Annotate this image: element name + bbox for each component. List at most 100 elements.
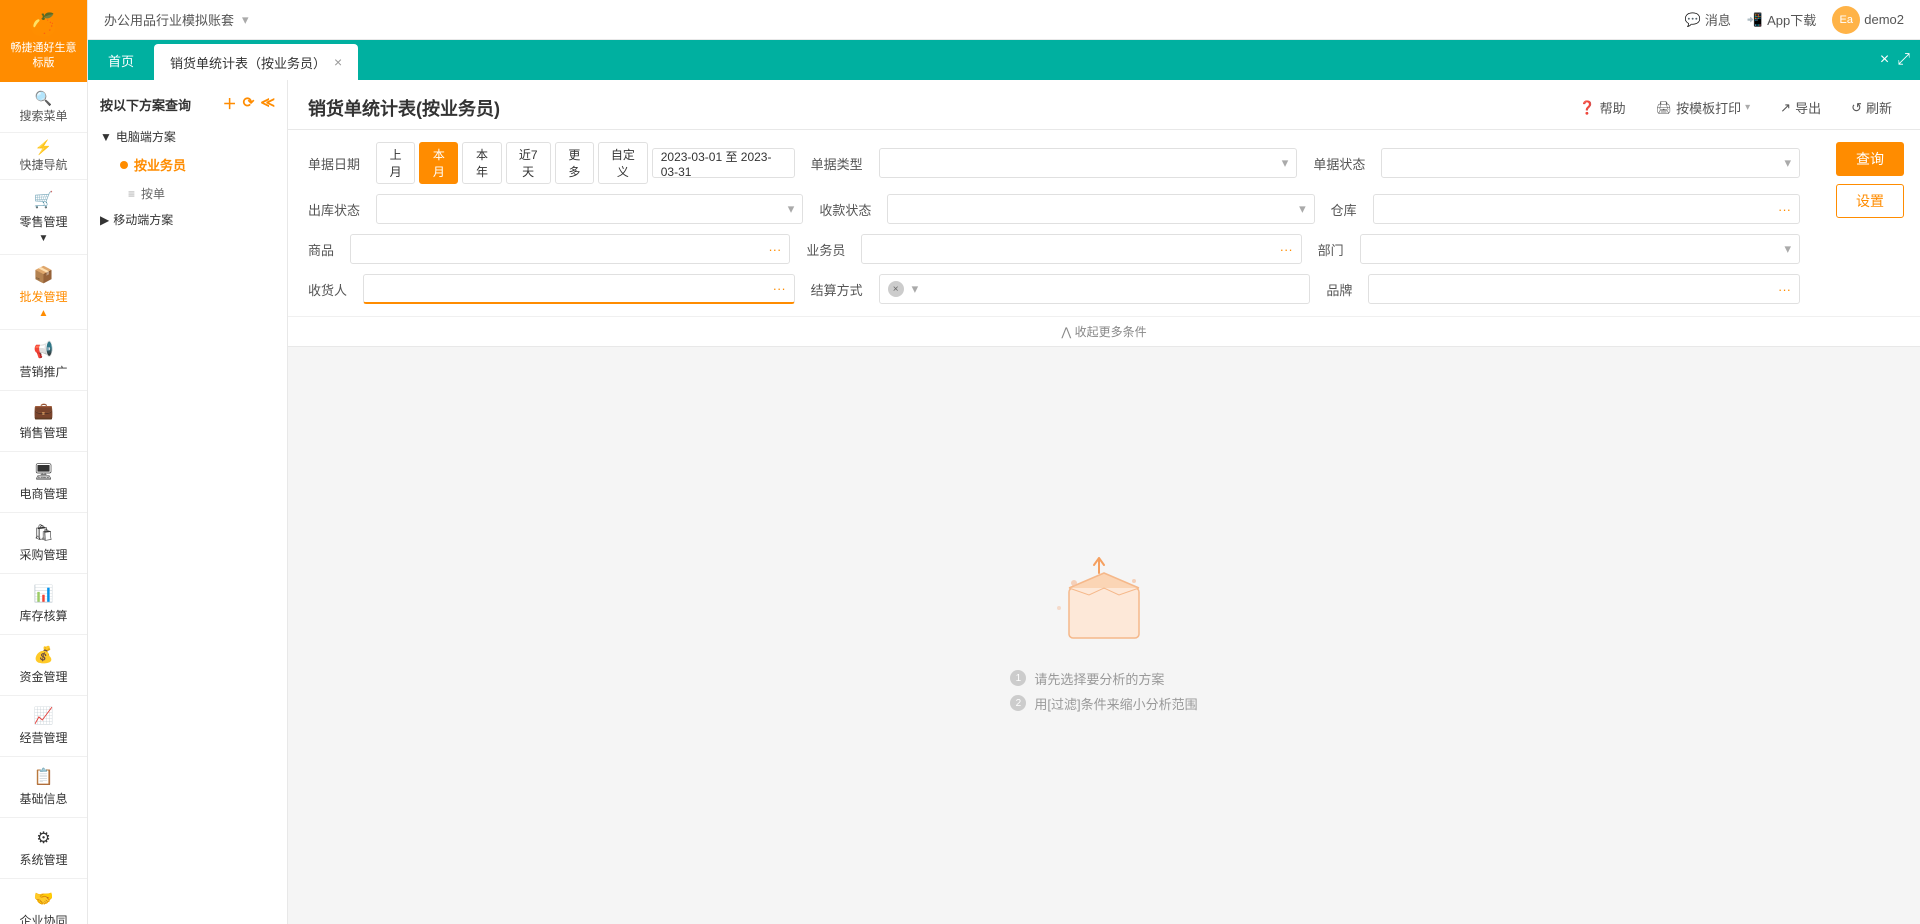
logo-text: 畅捷通好生意 标版 — [11, 42, 77, 69]
sidebar-item-basics[interactable]: 📋 基础信息 — [0, 757, 87, 818]
sidebar-item-sales[interactable]: 💼 销售管理 — [0, 391, 87, 452]
filter-brand[interactable]: ··· — [1368, 274, 1800, 304]
sidebar-item-operations-label: 经营管理 — [19, 729, 67, 746]
lp-section-pc-arrow: ▼ — [100, 130, 112, 144]
filter-department[interactable]: ▾ — [1360, 234, 1800, 264]
filter-goods-label: 商品 — [308, 240, 334, 259]
step-1-text: 请先选择要分析的方案 — [1034, 669, 1164, 688]
salesperson-dots: ··· — [1280, 242, 1293, 257]
filter-out-status[interactable]: ▾ — [376, 194, 803, 224]
help-btn[interactable]: ❓ 帮助 — [1571, 94, 1633, 121]
date-range-display: 2023-03-01 至 2023-03-31 — [652, 148, 795, 178]
collapse-bar[interactable]: ⋀ 收起更多条件 — [288, 316, 1920, 346]
topbar-right: 💬 消息 📲 App下载 Ea demo2 — [1685, 6, 1904, 34]
operations-icon: 📈 — [34, 706, 54, 726]
tab-active-label: 销货单统计表（按业务员） — [170, 53, 326, 72]
sidebar-logo[interactable]: 🍊 畅捷通好生意 标版 — [0, 0, 87, 82]
sidebar-item-ecommerce[interactable]: 🖥 电商管理 — [0, 452, 87, 513]
breadcrumb-dropdown-icon[interactable]: ▾ — [242, 12, 249, 28]
sidebar-item-sysadmin[interactable]: ⚙ 系统管理 — [0, 818, 87, 879]
filter-receiver[interactable]: ··· — [363, 274, 795, 304]
filter-brand-label: 品牌 — [1326, 280, 1352, 299]
sidebar-item-enterprise[interactable]: 🤝 企业协同 — [0, 879, 87, 924]
sidebar-item-basics-label: 基础信息 — [19, 790, 67, 807]
filter-date-group: 上月 本月 本年 近7天 更多 自定义 2023-03-01 至 2023-03… — [376, 142, 795, 184]
order-type-chevron: ▾ — [1282, 155, 1289, 171]
export-label: 导出 — [1795, 98, 1821, 117]
wholesale-expand-icon: ▲ — [39, 308, 49, 319]
user-name: demo2 — [1864, 12, 1904, 27]
sidebar-item-retail[interactable]: 🛒 零售管理 ▼ — [0, 180, 87, 255]
date-range-value: 2023-03-01 至 2023-03-31 — [661, 148, 786, 179]
sidebar-nav[interactable]: ⚡ 快捷导航 — [0, 133, 87, 180]
empty-state: 1 请先选择要分析的方案 2 用[过滤]条件来缩小分析范围 — [1010, 553, 1197, 719]
step-1-num: 1 — [1010, 670, 1026, 686]
date-btn-7days[interactable]: 近7天 — [506, 142, 551, 184]
tab-active[interactable]: 销货单统计表（按业务员） × — [154, 44, 358, 80]
date-btn-custom[interactable]: 自定义 — [598, 142, 648, 184]
filter-order-type[interactable]: ▾ — [879, 148, 1298, 178]
filter-goods[interactable]: ··· — [350, 234, 790, 264]
tab-close-btn[interactable]: × — [334, 55, 342, 69]
receiver-dots: ··· — [773, 281, 786, 296]
filter-out-status-label: 出库状态 — [308, 200, 360, 219]
date-btn-last-month[interactable]: 上月 — [376, 142, 415, 184]
settlement-clear-btn[interactable]: × — [888, 281, 904, 297]
sidebar-search[interactable]: 🔍 搜索菜单 — [0, 82, 87, 133]
filter-warehouse[interactable]: ··· — [1373, 194, 1800, 224]
query-btn[interactable]: 查询 — [1836, 142, 1904, 176]
breadcrumb: 办公用品行业模拟账套 — [104, 10, 234, 29]
enterprise-icon: 🤝 — [34, 889, 54, 909]
sidebar-item-marketing[interactable]: 📢 营销推广 — [0, 330, 87, 391]
lp-refresh-icon[interactable]: ⟳ — [243, 94, 255, 114]
date-btn-more[interactable]: 更多 — [555, 142, 594, 184]
filter-settlement[interactable]: × ▾ — [879, 274, 1311, 304]
sidebar-item-marketing-label: 营销推广 — [19, 363, 67, 380]
sidebar-item-ecommerce-label: 电商管理 — [19, 485, 67, 502]
filter-order-status[interactable]: ▾ — [1381, 148, 1800, 178]
user-initial: Ea — [1840, 14, 1853, 26]
app-download-label: App下载 — [1767, 10, 1816, 29]
filter-row-4: 收货人 ··· 结算方式 × ▾ 品牌 ··· — [308, 274, 1800, 304]
sidebar-item-finance[interactable]: 💰 资金管理 — [0, 635, 87, 696]
tabbar-right: × ⤢ — [1870, 40, 1920, 80]
wholesale-icon: 📦 — [34, 265, 54, 285]
date-btn-this-year[interactable]: 本年 — [462, 142, 501, 184]
sidebar-item-sales-label: 销售管理 — [19, 424, 67, 441]
sidebar-search-label: 搜索菜单 — [19, 109, 67, 123]
filter-row-1: 单据日期 上月 本月 本年 近7天 更多 自定义 2023-03-01 至 20… — [308, 142, 1800, 184]
lp-header-icons: ＋ ⟳ ≪ — [223, 94, 275, 114]
print-btn[interactable]: 🖨 按模板打印 ▾ — [1648, 94, 1759, 121]
tab-home[interactable]: 首页 — [88, 40, 154, 80]
retail-icon: 🛒 — [34, 190, 54, 210]
print-dropdown-icon: ▾ — [1745, 102, 1750, 113]
app-download-btn[interactable]: 📲 App下载 — [1747, 10, 1816, 29]
sidebar-item-purchase[interactable]: 🛍 采购管理 — [0, 513, 87, 574]
filter-salesperson[interactable]: ··· — [861, 234, 1301, 264]
lp-header: 按以下方案查询 ＋ ⟳ ≪ — [88, 90, 287, 118]
refresh-icon: ↺ — [1851, 100, 1862, 116]
lp-collapse-icon[interactable]: ≪ — [260, 94, 275, 114]
out-status-chevron: ▾ — [788, 201, 795, 217]
message-btn[interactable]: 💬 消息 — [1685, 10, 1731, 29]
date-btn-this-month[interactable]: 本月 — [419, 142, 458, 184]
lp-item-by-order[interactable]: ≡ 按单 — [88, 180, 287, 207]
main-data-area: 1 请先选择要分析的方案 2 用[过滤]条件来缩小分析范围 — [288, 347, 1920, 924]
sysadmin-icon: ⚙ — [36, 828, 50, 848]
settings-btn[interactable]: 设置 — [1836, 184, 1904, 218]
user-avatar-btn[interactable]: Ea demo2 — [1832, 6, 1904, 34]
order-icon: ≡ — [128, 187, 135, 201]
sidebar-item-wholesale[interactable]: 📦 批发管理 ▲ — [0, 255, 87, 330]
lp-item-by-salesperson[interactable]: 按业务员 — [88, 149, 287, 180]
sidebar-item-inventory[interactable]: 📊 库存核算 — [0, 574, 87, 635]
fullscreen-btn[interactable]: ⤢ — [1897, 51, 1910, 69]
refresh-btn[interactable]: ↺ 刷新 — [1843, 94, 1900, 121]
lp-section-mobile[interactable]: ▶ 移动端方案 — [88, 207, 287, 232]
lp-section-pc[interactable]: ▼ 电脑端方案 — [88, 124, 287, 149]
lp-add-icon[interactable]: ＋ — [223, 94, 237, 114]
export-btn[interactable]: ↗ 导出 — [1772, 94, 1829, 121]
sidebar-item-operations[interactable]: 📈 经营管理 — [0, 696, 87, 757]
close-window-btn[interactable]: × — [1880, 51, 1889, 69]
filter-receipt-status[interactable]: ▾ — [887, 194, 1314, 224]
sidebar-item-retail-label: 零售管理 — [19, 213, 67, 230]
